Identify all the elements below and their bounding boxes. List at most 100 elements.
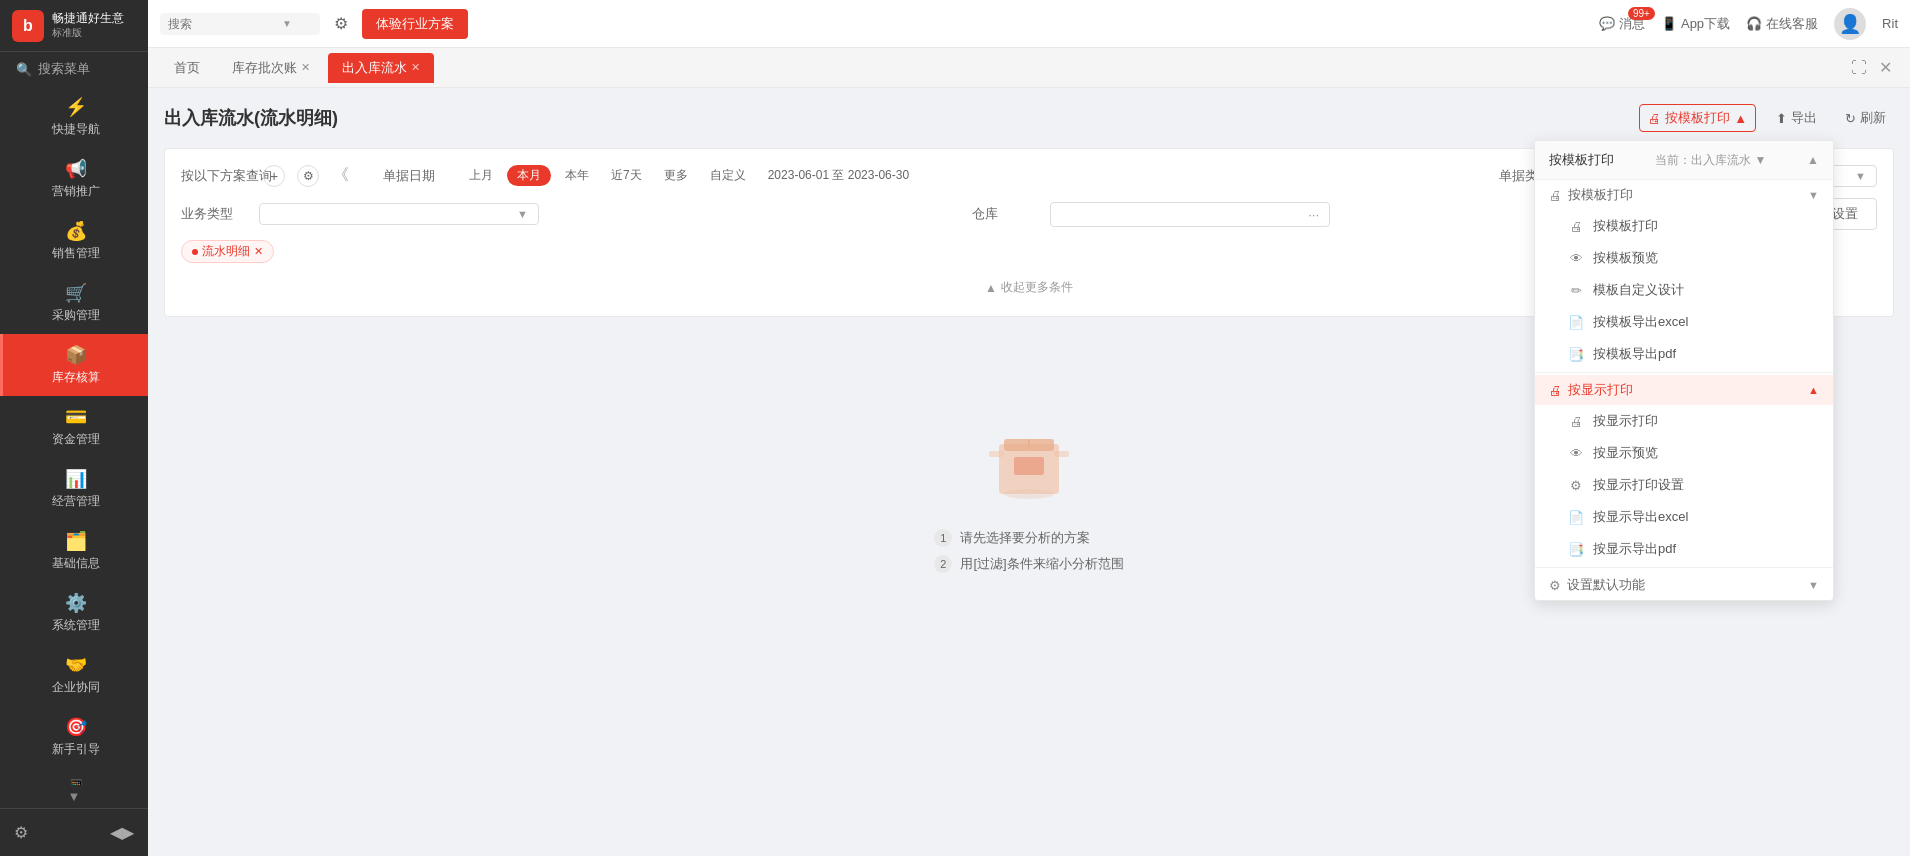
- flow-detail-tag[interactable]: 流水明细 ✕: [181, 240, 274, 263]
- topbar-search-input[interactable]: [168, 17, 278, 31]
- date-btn-lastmonth[interactable]: 上月: [461, 165, 501, 186]
- app-download-label: App下载: [1681, 15, 1730, 33]
- sidebar-item-system[interactable]: ⚙️ 系统管理: [0, 582, 148, 644]
- dropdown-section-display[interactable]: 🖨 按显示打印 ▲: [1535, 375, 1833, 405]
- dropdown-item-display-pdf[interactable]: 📑 按显示导出pdf: [1535, 533, 1833, 565]
- app-logo: b 畅捷通好生意 标准版: [0, 0, 148, 52]
- sidebar-item-purchase[interactable]: 🛒 采购管理: [0, 272, 148, 334]
- refresh-icon: ↻: [1845, 111, 1856, 126]
- dropdown-item-display-excel[interactable]: 📄 按显示导出excel: [1535, 501, 1833, 533]
- app-download-icon: 📱: [1661, 16, 1677, 31]
- refresh-label: 刷新: [1860, 109, 1886, 127]
- tab-inout-flow[interactable]: 出入库流水 ✕: [328, 53, 434, 83]
- dropdown-item-template-custom[interactable]: ✏ 模板自定义设计: [1535, 274, 1833, 306]
- dropdown-item-display-preview[interactable]: 👁 按显示预览: [1535, 437, 1833, 469]
- sidebar-item-finance[interactable]: 💳 资金管理: [0, 396, 148, 458]
- dropdown-item-template-preview[interactable]: 👁 按模板预览: [1535, 242, 1833, 274]
- industry-btn[interactable]: 体验行业方案: [362, 9, 468, 39]
- refresh-btn[interactable]: ↻ 刷新: [1837, 105, 1894, 131]
- topbar-search-wrap[interactable]: ▼: [160, 13, 320, 35]
- settings-btn[interactable]: ⚙: [10, 819, 32, 846]
- display-settings-label: 按显示打印设置: [1593, 476, 1684, 494]
- date-btn-more[interactable]: 更多: [656, 165, 696, 186]
- print-icon: 🖨: [1648, 111, 1661, 126]
- message-btn[interactable]: 💬 消息 99+: [1599, 15, 1645, 33]
- sidebar-item-collab[interactable]: 🤝 企业协同: [0, 644, 148, 706]
- tab-close-all-btn[interactable]: ✕: [1873, 54, 1898, 81]
- export-label: 导出: [1791, 109, 1817, 127]
- date-btn-7days[interactable]: 近7天: [603, 165, 650, 186]
- tab-home-label: 首页: [174, 59, 200, 77]
- display-section-chevron: ▲: [1808, 384, 1819, 396]
- template-excel-icon: 📄: [1567, 313, 1585, 331]
- tab-inventory-batch[interactable]: 库存批次账 ✕: [218, 53, 324, 83]
- type-select-chevron: ▼: [1855, 170, 1866, 182]
- sidebar-item-basic[interactable]: 🗂️ 基础信息: [0, 520, 148, 582]
- sidebar-search[interactable]: 🔍 搜索菜单: [0, 52, 148, 86]
- display-preview-icon: 👁: [1567, 444, 1585, 462]
- sidebar-item-inventory[interactable]: 📦 库存核算: [0, 334, 148, 396]
- collapse-sidebar-btn[interactable]: ◀▶: [106, 819, 138, 846]
- sidebar-scroll-down[interactable]: ▼: [0, 785, 148, 808]
- tab-inventory-batch-close[interactable]: ✕: [301, 61, 310, 74]
- dropdown-item-display-print[interactable]: 🖨 按显示打印: [1535, 405, 1833, 437]
- user-avatar[interactable]: 👤: [1834, 8, 1866, 40]
- filter-settings-btn[interactable]: ⚙: [297, 165, 319, 187]
- dropdown-section-default[interactable]: ⚙ 设置默认功能 ▼: [1535, 570, 1833, 600]
- sidebar-item-appstore[interactable]: 📱 应用中心: [0, 768, 148, 785]
- sidebar-item-guide[interactable]: 🎯 新手引导: [0, 706, 148, 768]
- online-service-btn[interactable]: 🎧 在线客服: [1746, 15, 1818, 33]
- sidebar-nav: ⚡ 快捷导航 📢 营销推广 💰 销售管理 🛒 采购管理 📦 库存核算 💳 资金管…: [0, 86, 148, 785]
- headphone-icon: 🎧: [1746, 16, 1762, 31]
- date-btn-thisyear[interactable]: 本年: [557, 165, 597, 186]
- topbar-settings-icon[interactable]: ⚙: [330, 10, 352, 37]
- dropdown-section-template[interactable]: 🖨 按模板打印 ▼: [1535, 180, 1833, 210]
- print-dropdown-panel: 按模板打印 当前：出入库流水 ▼ ▲ 🖨 按模板打印 ▼: [1534, 140, 1834, 601]
- main-content: ▼ ⚙ 体验行业方案 💬 消息 99+ 📱 App下载 🎧 在线客服 👤 Rit: [148, 0, 1910, 856]
- app-name: 畅捷通好生意: [52, 11, 124, 27]
- dropdown-divider-2: [1535, 567, 1833, 568]
- sidebar-item-operations[interactable]: 📊 经营管理: [0, 458, 148, 520]
- sidebar-item-marketing[interactable]: 📢 营销推广: [0, 148, 148, 210]
- system-icon: ⚙️: [65, 592, 87, 614]
- tag-dot: [192, 249, 198, 255]
- sidebar-item-sales[interactable]: 💰 销售管理: [0, 210, 148, 272]
- template-pdf-icon: 📑: [1567, 345, 1585, 363]
- filter-business-select[interactable]: ▼: [259, 203, 539, 225]
- date-btn-custom[interactable]: 自定义: [702, 165, 754, 186]
- appstore-icon: 📱: [65, 778, 87, 785]
- logo-icon: b: [12, 10, 44, 42]
- tab-inout-flow-close[interactable]: ✕: [411, 61, 420, 74]
- template-excel-label: 按模板导出excel: [1593, 313, 1688, 331]
- filter-add-btn[interactable]: +: [263, 165, 285, 187]
- date-btn-thismonth[interactable]: 本月: [507, 165, 551, 186]
- tabbar: 首页 库存批次账 ✕ 出入库流水 ✕ ⛶ ✕: [148, 48, 1910, 88]
- dropdown-item-template-excel[interactable]: 📄 按模板导出excel: [1535, 306, 1833, 338]
- filter-collapse-btn[interactable]: 《: [331, 163, 351, 188]
- template-section-icon: 🖨: [1549, 188, 1562, 203]
- step-2-text: 用[过滤]条件来缩小分析范围: [960, 555, 1123, 573]
- tab-maximize-btn[interactable]: ⛶: [1845, 55, 1873, 81]
- dropdown-item-template-pdf[interactable]: 📑 按模板导出pdf: [1535, 338, 1833, 370]
- app-download-btn[interactable]: 📱 App下载: [1661, 15, 1730, 33]
- export-btn[interactable]: ⬆ 导出: [1768, 105, 1825, 131]
- topbar-search-chevron: ▼: [282, 18, 292, 29]
- tab-inventory-batch-label: 库存批次账: [232, 59, 297, 77]
- collapse-icon: ▲: [985, 281, 997, 295]
- dropdown-chevron-up: ▲: [1807, 153, 1819, 167]
- display-excel-icon: 📄: [1567, 508, 1585, 526]
- template-custom-icon: ✏: [1567, 281, 1585, 299]
- sidebar-item-shortcut[interactable]: ⚡ 快捷导航: [0, 86, 148, 148]
- date-shortcuts: 上月 本月 本年 近7天 更多 自定义 2023-06-01 至 2023-06…: [461, 165, 909, 186]
- message-icon: 💬: [1599, 16, 1615, 31]
- tab-home[interactable]: 首页: [160, 53, 214, 83]
- shortcut-icon: ⚡: [65, 96, 87, 118]
- template-pdf-label: 按模板导出pdf: [1593, 345, 1676, 363]
- tag-remove-icon[interactable]: ✕: [254, 245, 263, 258]
- template-print-btn[interactable]: 🖨 按模板打印 ▲: [1639, 104, 1756, 132]
- dropdown-item-display-settings[interactable]: ⚙ 按显示打印设置: [1535, 469, 1833, 501]
- dropdown-current-label: 当前：出入库流水 ▼: [1655, 152, 1767, 169]
- sidebar-search-label: 搜索菜单: [38, 60, 90, 78]
- filter-warehouse-select[interactable]: ···: [1050, 202, 1330, 227]
- dropdown-item-template-print[interactable]: 🖨 按模板打印: [1535, 210, 1833, 242]
